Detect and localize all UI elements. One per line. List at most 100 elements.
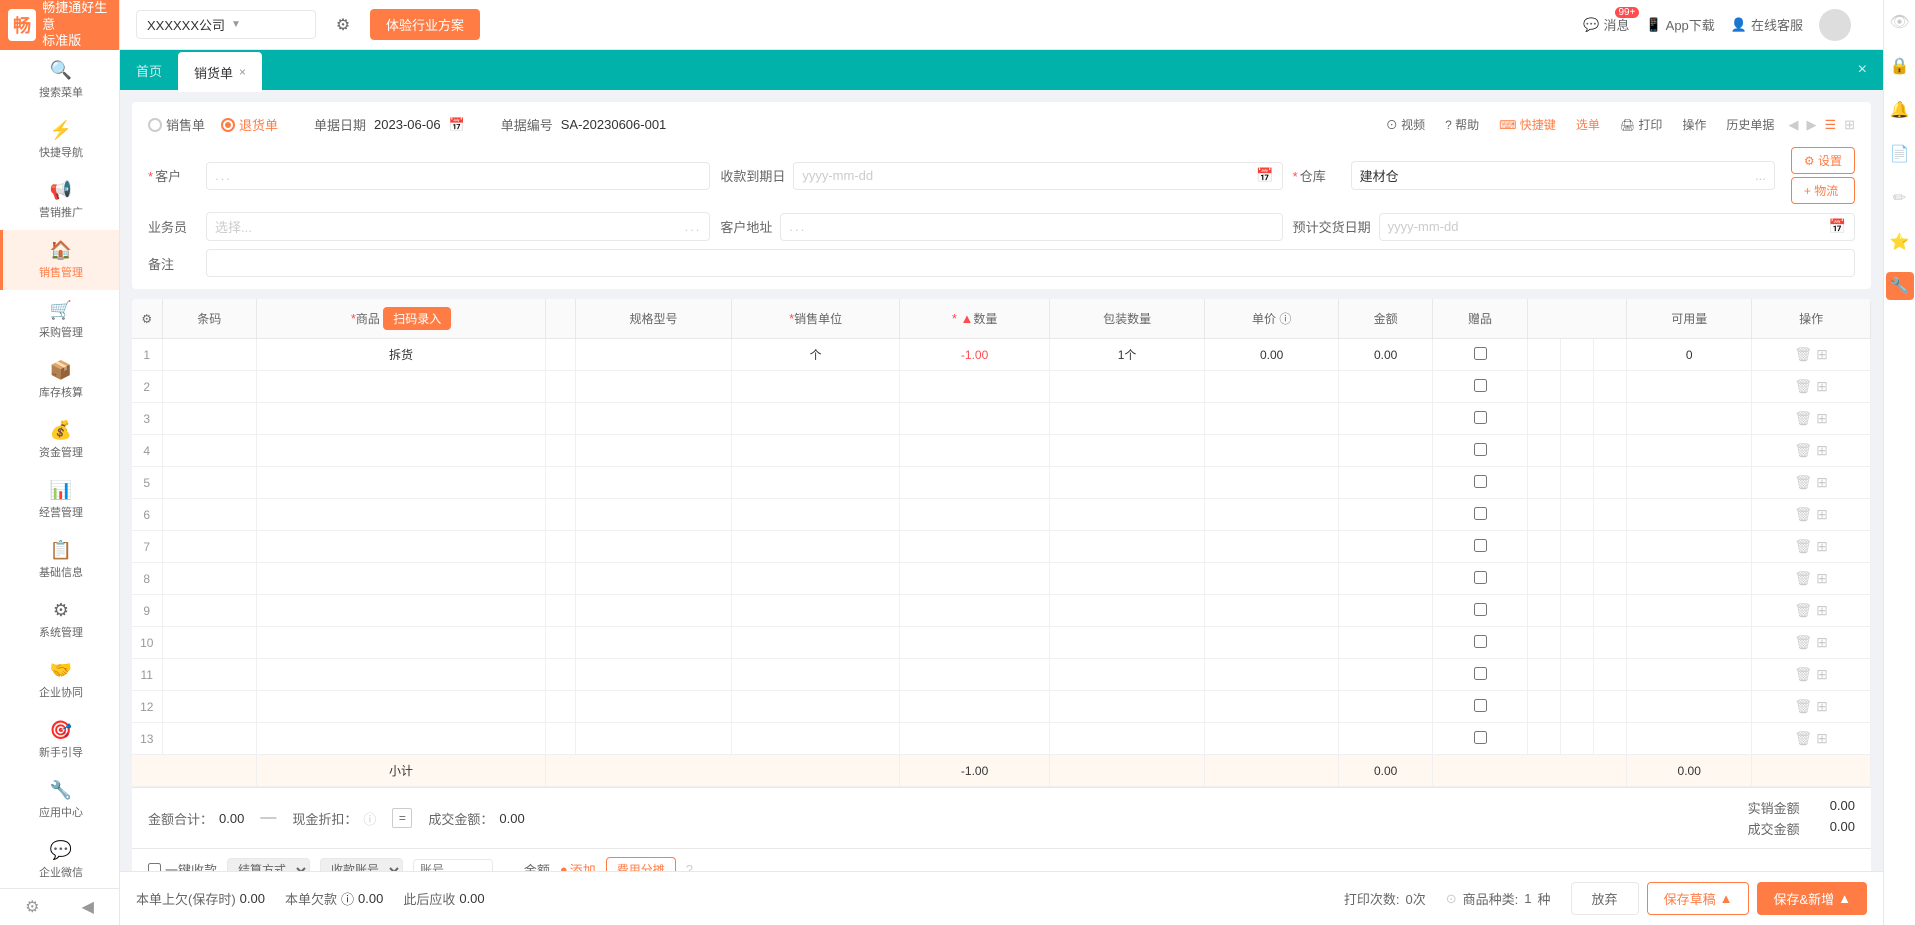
row-pkg-0[interactable]: 1个 bbox=[1049, 339, 1205, 371]
row-unit-12[interactable] bbox=[731, 723, 900, 755]
sidebar-item-marketing[interactable]: 📢 营销推广 bbox=[0, 170, 119, 230]
row-spec-0[interactable] bbox=[576, 339, 732, 371]
row-amount-0[interactable]: 0.00 bbox=[1338, 339, 1432, 371]
row-price-10[interactable] bbox=[1205, 659, 1339, 691]
warehouse-input[interactable]: 建材仓 ... bbox=[1351, 161, 1775, 190]
row-spec-2[interactable] bbox=[576, 403, 732, 435]
row-pkg-9[interactable] bbox=[1049, 627, 1205, 659]
list-view-icon[interactable]: ☰ bbox=[1824, 117, 1836, 133]
row-unit-9[interactable] bbox=[731, 627, 900, 659]
history-btn[interactable]: 历史单据 bbox=[1720, 114, 1780, 135]
delete-icon-3[interactable]: 🗑 bbox=[1794, 442, 1812, 459]
row-spec-12[interactable] bbox=[576, 723, 732, 755]
row-gift-8[interactable] bbox=[1433, 595, 1527, 627]
row-pkg-1[interactable] bbox=[1049, 371, 1205, 403]
topbar-settings-button[interactable]: ⚙ bbox=[328, 10, 358, 40]
row-pkg-12[interactable] bbox=[1049, 723, 1205, 755]
save-draft-button[interactable]: 保存草稿 ▲ bbox=[1647, 882, 1750, 915]
row-amount-12[interactable] bbox=[1338, 723, 1432, 755]
due-date-input[interactable]: yyyy-mm-dd 📅 bbox=[793, 162, 1282, 190]
row-spec-3[interactable] bbox=[576, 435, 732, 467]
user-avatar[interactable] bbox=[1819, 9, 1851, 41]
row-product-8[interactable] bbox=[256, 595, 545, 627]
row-unit-11[interactable] bbox=[731, 691, 900, 723]
row-barcode-12[interactable] bbox=[162, 723, 256, 755]
row-pkg-2[interactable] bbox=[1049, 403, 1205, 435]
row-barcode-2[interactable] bbox=[162, 403, 256, 435]
sidebar-item-system[interactable]: ⚙ 系统管理 bbox=[0, 590, 119, 650]
sidebar-item-enterprise[interactable]: 🤝 企业协同 bbox=[0, 650, 119, 710]
delete-icon-8[interactable]: 🗑 bbox=[1794, 602, 1812, 619]
row-spec-5[interactable] bbox=[576, 499, 732, 531]
sidebar-item-search[interactable]: 🔍 搜索菜单 bbox=[0, 50, 119, 110]
row-qty-4[interactable] bbox=[900, 467, 1049, 499]
expense-btn[interactable]: 费用分摊 bbox=[606, 857, 676, 871]
row-barcode-7[interactable] bbox=[162, 563, 256, 595]
row-qty-6[interactable] bbox=[900, 531, 1049, 563]
row-barcode-3[interactable] bbox=[162, 435, 256, 467]
date-calendar-icon[interactable]: 📅 bbox=[449, 117, 465, 133]
sidebar-item-quick-nav[interactable]: ⚡ 快捷导航 bbox=[0, 110, 119, 170]
row-pkg-5[interactable] bbox=[1049, 499, 1205, 531]
row-price-6[interactable] bbox=[1205, 531, 1339, 563]
row-amount-1[interactable] bbox=[1338, 371, 1432, 403]
tab-home[interactable]: 首页 bbox=[120, 50, 178, 90]
right-sidebar-doc-icon[interactable]: 📄 bbox=[1886, 140, 1914, 168]
shortcut-btn[interactable]: ⌨ 快捷键 bbox=[1493, 114, 1562, 135]
row-unit-2[interactable] bbox=[731, 403, 900, 435]
radio-sale[interactable]: 销售单 bbox=[148, 115, 205, 134]
copy-icon-8[interactable]: ⊞ bbox=[1816, 602, 1828, 619]
tab-close-icon[interactable]: × bbox=[239, 65, 246, 79]
sidebar-item-sales[interactable]: 🏠 销售管理 bbox=[0, 230, 119, 290]
delete-icon-4[interactable]: 🗑 bbox=[1794, 474, 1812, 491]
copy-icon-11[interactable]: ⊞ bbox=[1816, 698, 1828, 715]
row-spec-9[interactable] bbox=[576, 627, 732, 659]
company-selector[interactable]: XXXXXX公司 ▼ bbox=[136, 10, 316, 39]
row-qty-5[interactable] bbox=[900, 499, 1049, 531]
row-price-3[interactable] bbox=[1205, 435, 1339, 467]
settlement-method-select[interactable]: 结算方式 bbox=[227, 858, 310, 872]
row-amount-6[interactable] bbox=[1338, 531, 1432, 563]
right-sidebar-edit-icon[interactable]: ✏ bbox=[1886, 184, 1914, 212]
row-qty-1[interactable] bbox=[900, 371, 1049, 403]
row-qty-3[interactable] bbox=[900, 435, 1049, 467]
online-service-button[interactable]: 👤 在线客服 bbox=[1731, 15, 1803, 34]
copy-icon-1[interactable]: ⊞ bbox=[1816, 378, 1828, 395]
row-pkg-3[interactable] bbox=[1049, 435, 1205, 467]
product-type-radio[interactable]: ⊙ bbox=[1446, 891, 1457, 907]
row-unit-0[interactable]: 个 bbox=[731, 339, 900, 371]
row-product-4[interactable] bbox=[256, 467, 545, 499]
row-pkg-4[interactable] bbox=[1049, 467, 1205, 499]
operations-btn[interactable]: 操作 bbox=[1676, 114, 1712, 135]
remark-input[interactable] bbox=[206, 249, 1855, 277]
delete-icon-12[interactable]: 🗑 bbox=[1794, 730, 1812, 747]
row-amount-2[interactable] bbox=[1338, 403, 1432, 435]
row-product-7[interactable] bbox=[256, 563, 545, 595]
sidebar-item-finance[interactable]: 💰 资金管理 bbox=[0, 410, 119, 470]
tab-close-main-icon[interactable]: × bbox=[1858, 61, 1867, 79]
copy-icon-5[interactable]: ⊞ bbox=[1816, 506, 1828, 523]
radio-return[interactable]: 退货单 bbox=[221, 115, 278, 134]
row-barcode-8[interactable] bbox=[162, 595, 256, 627]
add-payment-btn[interactable]: ● 添加 bbox=[560, 860, 596, 871]
row-spec-11[interactable] bbox=[576, 691, 732, 723]
help-btn[interactable]: ? 帮助 bbox=[1439, 114, 1485, 135]
row-unit-1[interactable] bbox=[731, 371, 900, 403]
row-unit-10[interactable] bbox=[731, 659, 900, 691]
row-spec-6[interactable] bbox=[576, 531, 732, 563]
delete-icon-0[interactable]: 🗑 bbox=[1794, 346, 1812, 363]
row-amount-3[interactable] bbox=[1338, 435, 1432, 467]
row-unit-8[interactable] bbox=[731, 595, 900, 627]
sidebar-item-basics[interactable]: 📋 基础信息 bbox=[0, 530, 119, 590]
row-gift-9[interactable] bbox=[1433, 627, 1527, 659]
copy-icon-12[interactable]: ⊞ bbox=[1816, 730, 1828, 747]
copy-icon-0[interactable]: ⊞ bbox=[1816, 346, 1828, 363]
delete-icon-11[interactable]: 🗑 bbox=[1794, 698, 1812, 715]
row-barcode-4[interactable] bbox=[162, 467, 256, 499]
print-btn[interactable]: 🖨 打印 bbox=[1614, 114, 1669, 135]
sidebar-item-purchase[interactable]: 🛒 采购管理 bbox=[0, 290, 119, 350]
row-spec-1[interactable] bbox=[576, 371, 732, 403]
copy-icon-7[interactable]: ⊞ bbox=[1816, 570, 1828, 587]
row-qty-2[interactable] bbox=[900, 403, 1049, 435]
row-amount-10[interactable] bbox=[1338, 659, 1432, 691]
